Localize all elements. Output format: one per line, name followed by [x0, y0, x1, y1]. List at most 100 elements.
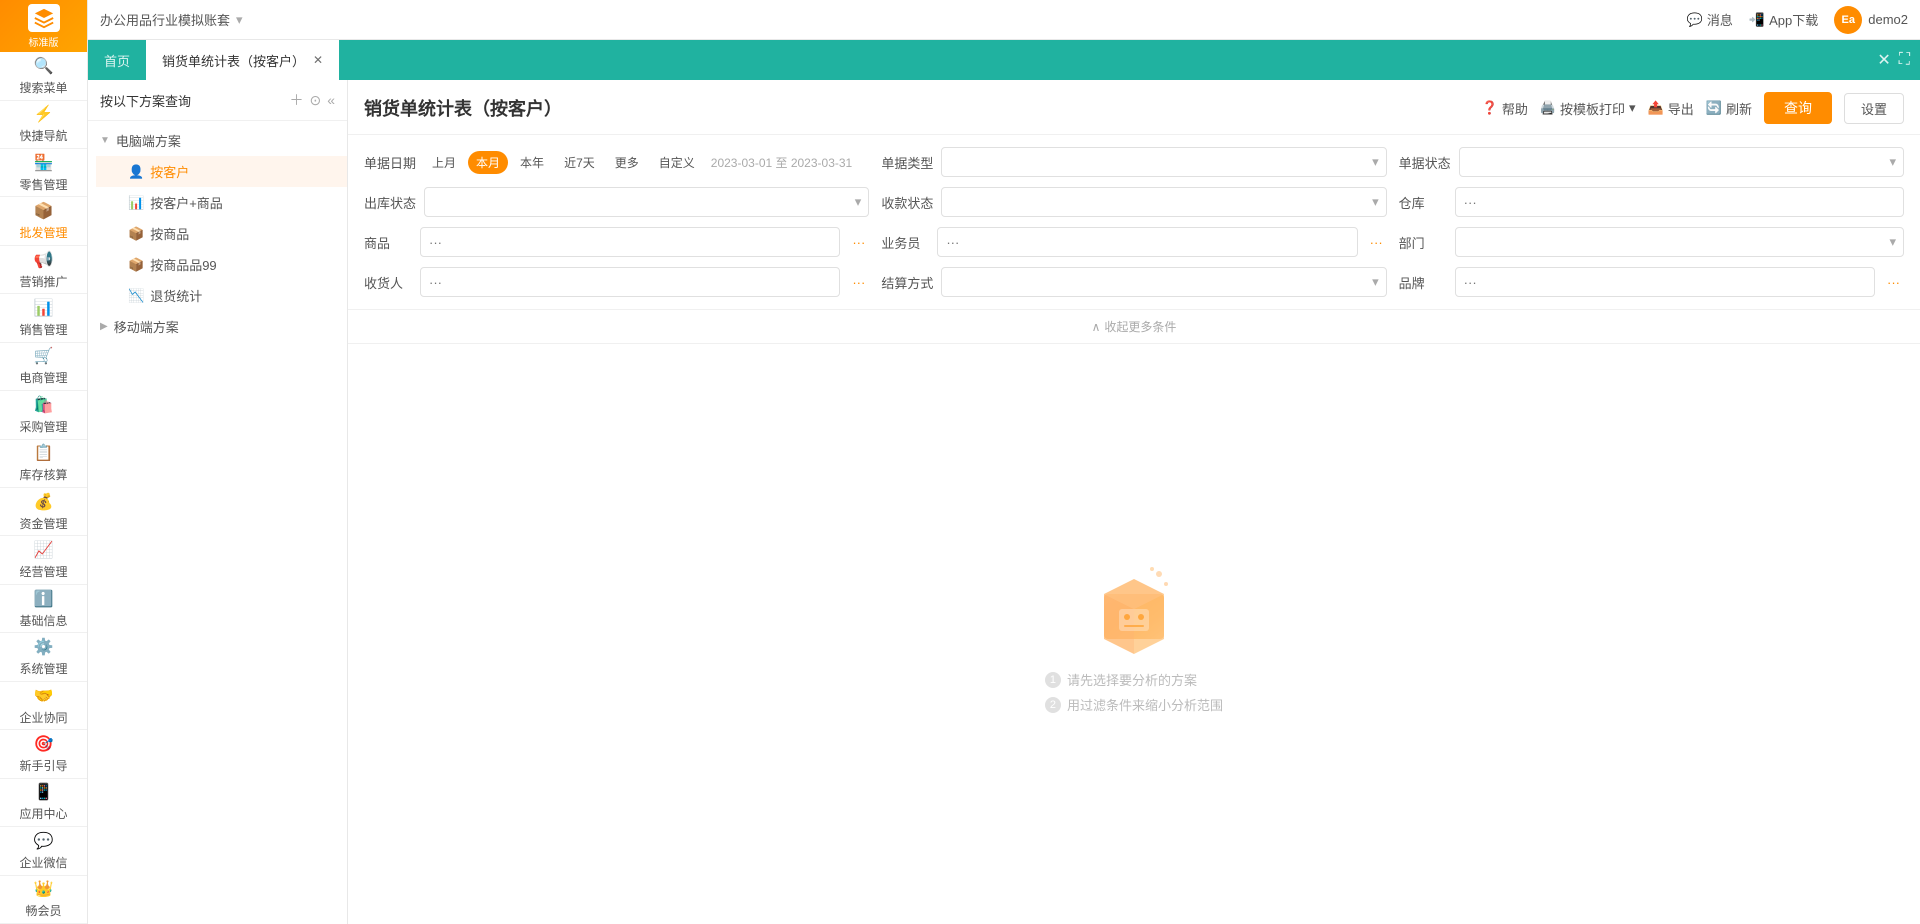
date-btn-more[interactable]: 更多 [607, 151, 647, 174]
user-menu-button[interactable]: Ea demo2 [1834, 6, 1908, 34]
payment-status-select[interactable] [941, 187, 1386, 217]
salesperson-input[interactable] [937, 227, 1357, 257]
tree-item-by-goods-99[interactable]: 📦 按商品品99 [96, 249, 347, 280]
tab-home[interactable]: 首页 [88, 40, 146, 80]
help-button[interactable]: ❓ 帮助 [1482, 99, 1528, 118]
receiver-ellipsis-btn[interactable]: ··· [848, 275, 869, 290]
sidebar-item-wholesale-mgmt[interactable]: 📦 批发管理 [0, 197, 88, 245]
return-stat-icon: 📉 [128, 288, 144, 304]
settings-scheme-button[interactable]: ⊙ [309, 92, 321, 109]
by-goods-99-label: 按商品品99 [150, 255, 216, 274]
page-action-buttons: ❓ 帮助 🖨️ 按模板打印 ▾ 📤 导出 🔄 刷新 [1482, 92, 1904, 124]
message-button[interactable]: 💬 消息 [1687, 10, 1733, 29]
dept-select[interactable] [1455, 227, 1904, 257]
tree-group-desktop[interactable]: ▼ 电脑端方案 [88, 125, 347, 156]
sidebar-item-basic-info[interactable]: ℹ️ 基础信息 [0, 585, 88, 633]
industry-dropdown-icon[interactable]: ▾ [236, 12, 243, 28]
hint-row-1: 1 请先选择要分析的方案 [1045, 670, 1223, 689]
wechat-icon: 💬 [34, 831, 54, 851]
sidebar-item-system-mgmt[interactable]: ⚙️ 系统管理 [0, 633, 88, 681]
out-status-select-wrap [424, 187, 869, 217]
sidebar-item-purchase-mgmt[interactable]: 🛍️ 采购管理 [0, 391, 88, 439]
app-logo[interactable]: 标准版 [0, 0, 88, 52]
print-icon: 🖨️ [1540, 100, 1556, 116]
tree-item-by-customer[interactable]: 👤 按客户 [96, 156, 347, 187]
scheme-tree: ▼ 电脑端方案 👤 按客户 📊 按客户+商品 📦 按商品 [88, 121, 347, 924]
sidebar-item-app-center[interactable]: 📱 应用中心 [0, 779, 88, 827]
filter-settlement-item: 结算方式 [881, 267, 1386, 297]
tabbar-actions: ✕ ⛶ [1877, 50, 1920, 70]
sidebar-item-retail-mgmt[interactable]: 🏪 零售管理 [0, 149, 88, 197]
tab-expand-icon[interactable]: ⛶ [1899, 51, 1910, 69]
filter-receiver-item: 收货人 ··· [364, 267, 869, 297]
by-goods-99-icon: 📦 [128, 257, 144, 273]
collapse-panel-button[interactable]: « [327, 92, 335, 108]
brand-label: 品牌 [1399, 273, 1447, 292]
export-button[interactable]: 📤 导出 [1648, 99, 1694, 118]
tab-close-all-icon[interactable]: ✕ [1877, 50, 1890, 70]
right-panel: 销货单统计表（按客户） ❓ 帮助 🖨️ 按模板打印 ▾ 📤 导出 [348, 80, 1920, 924]
date-btn-custom[interactable]: 自定义 [651, 151, 703, 174]
sidebar-item-search-menu[interactable]: 🔍 搜索菜单 [0, 52, 88, 100]
template-print-dropdown-icon: ▾ [1629, 100, 1636, 116]
settlement-label: 结算方式 [881, 273, 933, 292]
filter-warehouse-item: 仓库 [1399, 187, 1904, 217]
date-range-text: 2023-03-01 至 2023-03-31 [711, 154, 852, 171]
app-download-button[interactable]: 📲 App下载 [1749, 10, 1818, 29]
help-label: 帮助 [1502, 99, 1528, 118]
sales-mgmt-icon: 📊 [34, 298, 54, 318]
sidebar-item-ops-mgmt[interactable]: 📈 经营管理 [0, 536, 88, 584]
receiver-input[interactable] [420, 267, 840, 297]
sidebar-item-new-guide[interactable]: 🎯 新手引导 [0, 730, 88, 778]
date-btn-last-7days[interactable]: 近7天 [556, 151, 603, 174]
sidebar-item-inventory[interactable]: 📋 库存核算 [0, 440, 88, 488]
date-btn-last-month[interactable]: 上月 [424, 151, 464, 174]
sidebar-item-enterprise-collab[interactable]: 🤝 企业协同 [0, 682, 88, 730]
refresh-button[interactable]: 🔄 刷新 [1706, 99, 1752, 118]
left-panel-header: 按以下方案查询 ＋ ⊙ « [88, 80, 347, 121]
tree-expand-icon: ▼ [100, 135, 110, 146]
salesperson-ellipsis-btn[interactable]: ··· [1366, 235, 1387, 250]
filter-row-2: 出库状态 收款状态 [364, 187, 1904, 217]
goods-input[interactable] [420, 227, 840, 257]
dept-select-wrap [1455, 227, 1904, 257]
sidebar-item-member[interactable]: 👑 畅会员 [0, 876, 88, 924]
tree-item-return-stat[interactable]: 📉 退货统计 [96, 280, 347, 311]
tree-group-mobile[interactable]: ▶ 移动端方案 [88, 311, 347, 342]
header-action-buttons: ＋ ⊙ « [289, 90, 335, 110]
empty-state: 1 请先选择要分析的方案 2 用过滤条件来缩小分析范围 [348, 344, 1920, 924]
sidebar-item-marketing[interactable]: 📢 营销推广 [0, 246, 88, 294]
settings-button[interactable]: 设置 [1844, 93, 1904, 124]
date-btn-this-year[interactable]: 本年 [512, 151, 552, 174]
sidebar-item-enterprise-wechat[interactable]: 💬 企业微信 [0, 827, 88, 875]
add-scheme-button[interactable]: ＋ [289, 90, 303, 110]
doc-type-select[interactable] [941, 147, 1386, 177]
brand-ellipsis-btn[interactable]: ··· [1883, 275, 1904, 290]
main-area: 办公用品行业模拟账套 ▾ 💬 消息 📲 App下载 Ea demo2 首页 [88, 0, 1920, 924]
tree-item-by-goods[interactable]: 📦 按商品 [96, 218, 347, 249]
date-btn-this-month[interactable]: 本月 [468, 151, 508, 174]
sidebar-item-ecom-mgmt[interactable]: 🛒 电商管理 [0, 343, 88, 391]
out-status-select[interactable] [424, 187, 869, 217]
collapse-more-bar[interactable]: ∧ 收起更多条件 [348, 310, 1920, 344]
brand-input[interactable] [1455, 267, 1875, 297]
purchase-icon: 🛍️ [34, 395, 54, 415]
sidebar-item-quick-nav[interactable]: ⚡ 快捷导航 [0, 101, 88, 149]
tree-group-desktop-label: 电脑端方案 [116, 131, 181, 150]
filter-salesperson-item: 业务员 ··· [881, 227, 1386, 257]
sidebar-item-finance-mgmt[interactable]: 💰 资金管理 [0, 488, 88, 536]
warehouse-input[interactable] [1455, 187, 1904, 217]
doc-status-select[interactable] [1459, 147, 1904, 177]
tree-item-by-customer-goods[interactable]: 📊 按客户+商品 [96, 187, 347, 218]
settlement-select[interactable] [941, 267, 1386, 297]
page-title-bar: 销货单统计表（按客户） ❓ 帮助 🖨️ 按模板打印 ▾ 📤 导出 [348, 80, 1920, 135]
sidebar-item-sales-mgmt[interactable]: 📊 销售管理 [0, 294, 88, 342]
industry-label: 办公用品行业模拟账套 [100, 10, 230, 29]
query-button[interactable]: 查询 [1764, 92, 1832, 124]
page-title: 销货单统计表（按客户） [364, 95, 562, 121]
tab-close-icon[interactable]: ✕ [313, 53, 323, 67]
tree-group-mobile-label: 移动端方案 [114, 317, 179, 336]
template-print-button[interactable]: 🖨️ 按模板打印 ▾ [1540, 99, 1636, 118]
goods-ellipsis-btn[interactable]: ··· [848, 235, 869, 250]
tab-sales-stat[interactable]: 销货单统计表（按客户） ✕ [146, 40, 339, 80]
